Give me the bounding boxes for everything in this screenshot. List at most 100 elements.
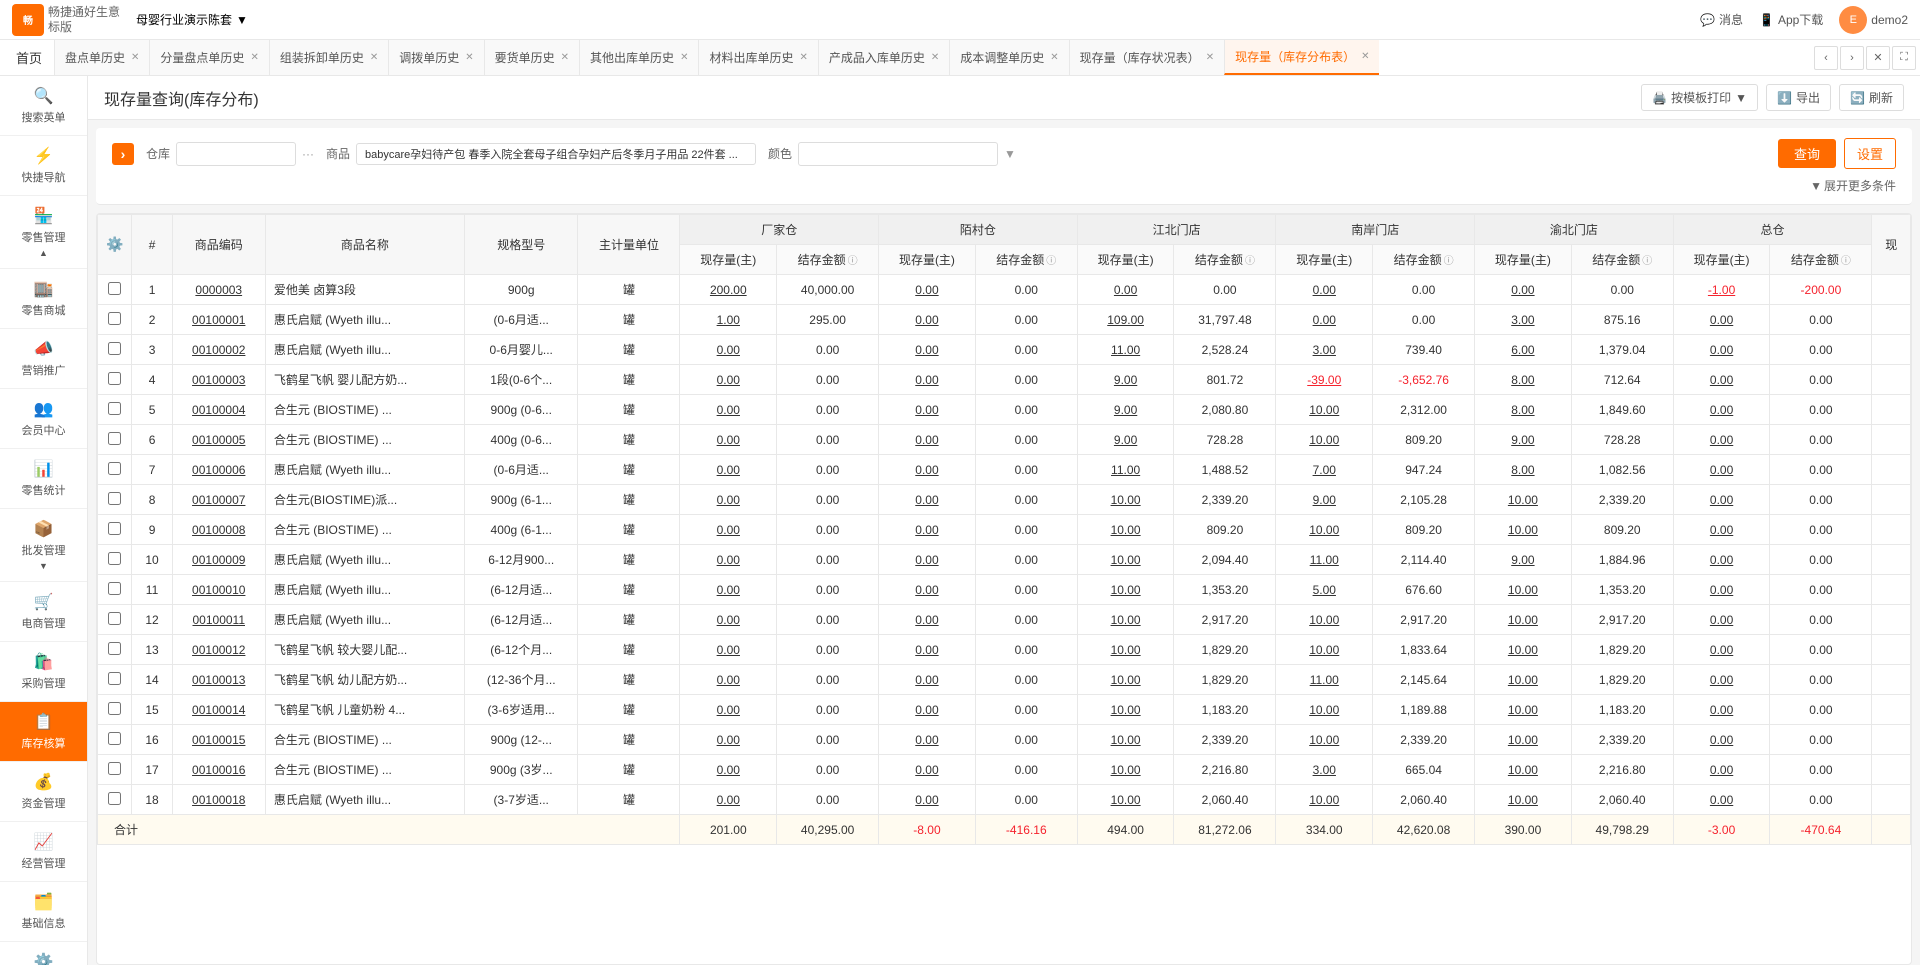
- row-code: 00100009: [172, 545, 265, 575]
- tab-disc-multi[interactable]: 分量盘点单历史 ✕: [149, 40, 268, 75]
- row-col-4: 10.00: [1077, 785, 1174, 815]
- sidebar-item-retail-store[interactable]: 🏬 零售商城: [0, 269, 87, 329]
- row-checkbox[interactable]: [108, 372, 121, 385]
- close-icon[interactable]: ✕: [680, 52, 688, 63]
- sidebar-item-system[interactable]: ⚙️ 系统管理: [0, 942, 87, 965]
- row-col-2: 0.00: [879, 695, 976, 725]
- table-row: 9 00100008 合生元 (BIOSTIME) ... 400g (6-1.…: [98, 515, 1911, 545]
- tab-product-in[interactable]: 产成品入库单历史 ✕: [818, 40, 949, 75]
- sidebar-item-marketing[interactable]: 📣 营销推广: [0, 329, 87, 389]
- print-btn[interactable]: 🖨️ 按模板打印 ▼: [1641, 84, 1758, 111]
- row-checkbox[interactable]: [108, 702, 121, 715]
- tab-assemble[interactable]: 组装拆卸单历史 ✕: [269, 40, 388, 75]
- row-checkbox[interactable]: [108, 732, 121, 745]
- row-checkbox[interactable]: [108, 642, 121, 655]
- close-icon[interactable]: ✕: [465, 52, 473, 63]
- close-icon[interactable]: ✕: [561, 52, 569, 63]
- company-dropdown[interactable]: 母婴行业演示陈套 ▼: [136, 11, 248, 28]
- sidebar-item-inventory[interactable]: 📋 库存核算: [0, 702, 87, 762]
- row-checkbox[interactable]: [108, 582, 121, 595]
- row-checkbox[interactable]: [108, 402, 121, 415]
- app-download-btn[interactable]: 📱 App下载: [1759, 11, 1823, 28]
- settings-icon[interactable]: ⚙️: [106, 236, 123, 252]
- tab-disc-single[interactable]: 盘点单历史 ✕: [54, 40, 149, 75]
- settings-btn[interactable]: 设置: [1844, 138, 1896, 169]
- message-btn[interactable]: 💬 消息: [1700, 11, 1743, 28]
- row-checkbox[interactable]: [108, 432, 121, 445]
- close-icon[interactable]: ✕: [1050, 52, 1058, 63]
- row-extra: [1872, 545, 1911, 575]
- row-col-11: 0.00: [1770, 605, 1872, 635]
- tab-transfer[interactable]: 调拨单历史 ✕: [388, 40, 483, 75]
- row-checkbox[interactable]: [108, 762, 121, 775]
- expand-collapse-btn[interactable]: ›: [112, 143, 134, 165]
- row-checkbox[interactable]: [108, 342, 121, 355]
- table-container[interactable]: ⚙️ # 商品编码 商品名称 规格型号 主计量单位 厂家仓 陌村仓 江北门店 南…: [96, 213, 1912, 965]
- sidebar-item-finance[interactable]: 💰 资金管理: [0, 762, 87, 822]
- row-checkbox[interactable]: [108, 492, 121, 505]
- warehouse-dots[interactable]: ···: [302, 147, 314, 161]
- info-icon[interactable]: ⓘ: [1444, 256, 1454, 267]
- tab-expand-btn[interactable]: ⛶: [1892, 46, 1916, 70]
- expand-btn[interactable]: ▼ 展开更多条件: [1810, 177, 1896, 194]
- warehouse-input[interactable]: [176, 142, 296, 166]
- sidebar-item-ecommerce[interactable]: 🛒 电商管理: [0, 582, 87, 642]
- row-col-8: 10.00: [1475, 635, 1572, 665]
- sidebar-item-purchase[interactable]: 🛍️ 采购管理: [0, 642, 87, 702]
- product-input[interactable]: [356, 143, 756, 165]
- close-icon[interactable]: ✕: [250, 52, 258, 63]
- sidebar-item-member[interactable]: 👥 会员中心: [0, 389, 87, 449]
- close-icon[interactable]: ✕: [131, 52, 139, 63]
- close-icon[interactable]: ✕: [1361, 51, 1369, 62]
- row-checkbox[interactable]: [108, 522, 121, 535]
- row-extra: [1872, 725, 1911, 755]
- tab-cost-adj[interactable]: 成本调整单历史 ✕: [949, 40, 1068, 75]
- tab-home[interactable]: 首页: [4, 40, 54, 75]
- row-checkbox[interactable]: [108, 282, 121, 295]
- sidebar-item-search[interactable]: 🔍 搜索英单: [0, 76, 87, 136]
- table-row: 18 00100018 惠氏启赋 (Wyeth illu... (3-7岁适..…: [98, 785, 1911, 815]
- sidebar-item-retail-mgmt[interactable]: 🏪 零售管理 ▲: [0, 196, 87, 269]
- sidebar-item-quick-nav[interactable]: ⚡ 快捷导航: [0, 136, 87, 196]
- row-col-3: 0.00: [975, 545, 1077, 575]
- info-icon[interactable]: ⓘ: [1642, 256, 1652, 267]
- info-icon[interactable]: ⓘ: [848, 256, 858, 267]
- export-btn[interactable]: ⬇️ 导出: [1766, 84, 1831, 111]
- tab-stock-dist[interactable]: 现存量（库存分布表） ✕: [1224, 40, 1379, 75]
- tab-close-all-btn[interactable]: ✕: [1866, 46, 1890, 70]
- tab-order[interactable]: 要货单历史 ✕: [484, 40, 579, 75]
- sidebar-item-retail-stats[interactable]: 📊 零售统计: [0, 449, 87, 509]
- row-checkbox[interactable]: [108, 672, 121, 685]
- sidebar-item-operation[interactable]: 📈 经营管理: [0, 822, 87, 882]
- row-checkbox[interactable]: [108, 462, 121, 475]
- query-btn[interactable]: 查询: [1778, 139, 1836, 168]
- tab-material-out[interactable]: 材料出库单历史 ✕: [698, 40, 817, 75]
- row-col-0: 0.00: [680, 485, 777, 515]
- row-col-3: 0.00: [975, 665, 1077, 695]
- row-checkbox[interactable]: [108, 312, 121, 325]
- color-input[interactable]: [798, 142, 998, 166]
- row-col-1: 0.00: [777, 515, 879, 545]
- close-icon[interactable]: ✕: [1206, 52, 1214, 63]
- total-label: 合计: [98, 815, 680, 845]
- row-col-6: 10.00: [1276, 395, 1373, 425]
- tab-next-btn[interactable]: ›: [1840, 46, 1864, 70]
- info-icon[interactable]: ⓘ: [1046, 256, 1056, 267]
- row-checkbox[interactable]: [108, 792, 121, 805]
- row-checkbox[interactable]: [108, 612, 121, 625]
- refresh-btn[interactable]: 🔄 刷新: [1839, 84, 1904, 111]
- row-col-8: 9.00: [1475, 545, 1572, 575]
- row-checkbox[interactable]: [108, 552, 121, 565]
- tab-other-out[interactable]: 其他出库单历史 ✕: [579, 40, 698, 75]
- row-col-10: 0.00: [1673, 785, 1770, 815]
- sidebar-item-wholesale[interactable]: 📦 批发管理 ▼: [0, 509, 87, 582]
- sidebar-item-base[interactable]: 🗂️ 基础信息: [0, 882, 87, 942]
- tab-prev-btn[interactable]: ‹: [1814, 46, 1838, 70]
- close-icon[interactable]: ✕: [370, 52, 378, 63]
- close-icon[interactable]: ✕: [799, 52, 807, 63]
- close-icon[interactable]: ✕: [931, 52, 939, 63]
- tab-stock-table[interactable]: 现存量（库存状况表） ✕: [1069, 40, 1224, 75]
- info-icon[interactable]: ⓘ: [1841, 256, 1851, 267]
- user-menu[interactable]: E demo2: [1839, 6, 1908, 34]
- info-icon[interactable]: ⓘ: [1245, 256, 1255, 267]
